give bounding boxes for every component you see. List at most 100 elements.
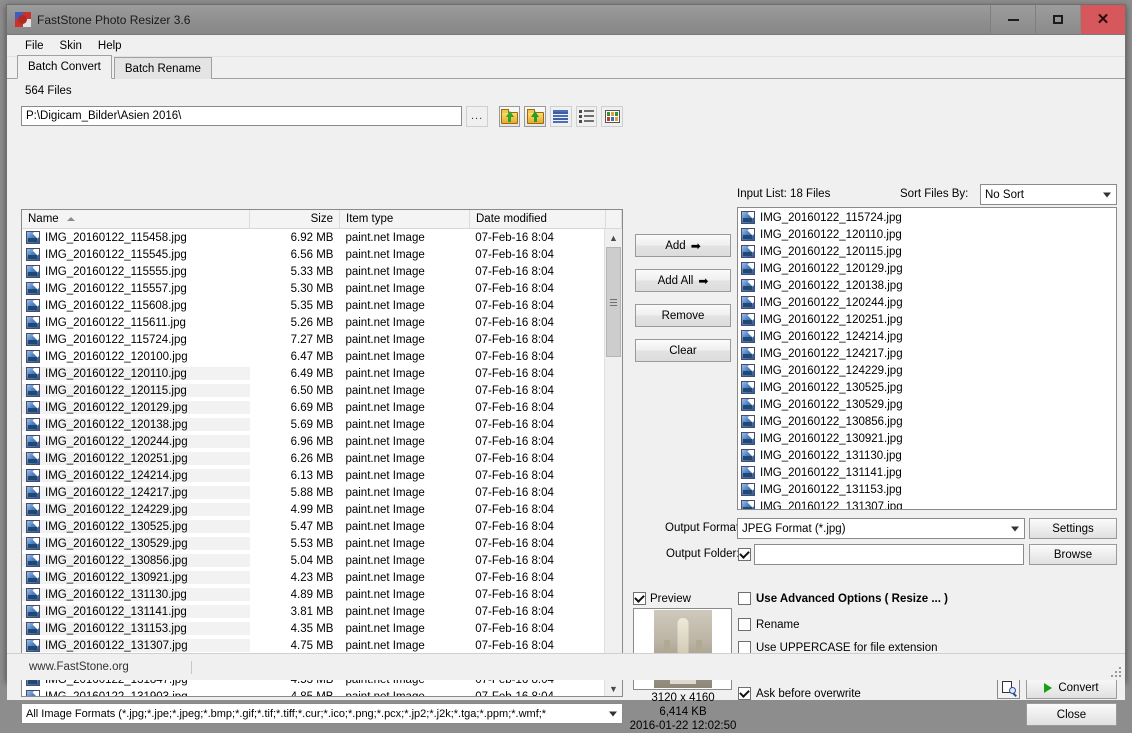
list-item[interactable]: IMG_20160122_130525.jpg [738, 379, 1116, 396]
tab-batch-convert[interactable]: Batch Convert [17, 55, 112, 79]
file-name-text: IMG_20160122_115608.jpg [45, 300, 187, 312]
table-row[interactable]: IMG_20160122_120100.jpg6.47 MBpaint.net … [22, 348, 605, 365]
file-size-cell: 6.69 MB [250, 402, 340, 414]
table-row[interactable]: IMG_20160122_115555.jpg5.33 MBpaint.net … [22, 263, 605, 280]
column-header-size[interactable]: Size [250, 210, 340, 228]
file-name-text: IMG_20160122_115545.jpg [45, 249, 187, 261]
preview-toggle[interactable]: Preview [633, 592, 691, 605]
menu-item-help[interactable]: Help [90, 38, 130, 54]
scrollbar-thumb[interactable] [606, 247, 621, 357]
folder-refresh-button[interactable] [524, 106, 546, 127]
list-item[interactable]: IMG_20160122_131141.jpg [738, 464, 1116, 481]
table-row[interactable]: IMG_20160122_124214.jpg6.13 MBpaint.net … [22, 467, 605, 484]
table-row[interactable]: IMG_20160122_124217.jpg5.88 MBpaint.net … [22, 484, 605, 501]
add-button[interactable]: Add ➡ [635, 234, 731, 257]
table-row[interactable]: IMG_20160122_130529.jpg5.53 MBpaint.net … [22, 535, 605, 552]
sort-files-by-select[interactable]: No Sort [980, 184, 1117, 205]
table-row[interactable]: IMG_20160122_120244.jpg6.96 MBpaint.net … [22, 433, 605, 450]
tab-batch-rename[interactable]: Batch Rename [114, 57, 212, 79]
file-size-cell: 6.49 MB [250, 368, 340, 380]
ask-before-overwrite-row[interactable]: Ask before overwrite [738, 687, 861, 700]
details-view-button[interactable] [576, 106, 598, 127]
table-row[interactable]: IMG_20160122_115458.jpg6.92 MBpaint.net … [22, 229, 605, 246]
settings-button[interactable]: Settings [1029, 518, 1117, 539]
list-item[interactable]: IMG_20160122_120244.jpg [738, 294, 1116, 311]
status-website-link[interactable]: www.FastStone.org [29, 661, 129, 673]
table-row[interactable]: IMG_20160122_131141.jpg3.81 MBpaint.net … [22, 603, 605, 620]
folder-path-input[interactable] [21, 106, 462, 126]
maximize-button[interactable] [1035, 5, 1080, 34]
application-window: FastStone Photo Resizer 3.6 ✕ File Skin … [6, 4, 1126, 681]
list-item[interactable]: IMG_20160122_124217.jpg [738, 345, 1116, 362]
table-row[interactable]: IMG_20160122_120115.jpg6.50 MBpaint.net … [22, 382, 605, 399]
close-dialog-button[interactable]: Close [1026, 703, 1117, 726]
file-type-filter-combo[interactable]: All Image Formats (*.jpg;*.jpe;*.jpeg;*.… [21, 703, 623, 724]
list-item[interactable]: IMG_20160122_120129.jpg [738, 260, 1116, 277]
list-item[interactable]: IMG_20160122_131153.jpg [738, 481, 1116, 498]
column-header-item-type[interactable]: Item type [340, 210, 470, 228]
minimize-button[interactable] [990, 5, 1035, 34]
ask-before-overwrite-checkbox[interactable] [738, 687, 751, 700]
scroll-up-icon[interactable]: ▲ [605, 229, 622, 246]
list-item[interactable]: IMG_20160122_120115.jpg [738, 243, 1116, 260]
table-row[interactable]: IMG_20160122_130921.jpg4.23 MBpaint.net … [22, 569, 605, 586]
list-item[interactable]: IMG_20160122_130921.jpg [738, 430, 1116, 447]
table-row[interactable]: IMG_20160122_131130.jpg4.89 MBpaint.net … [22, 586, 605, 603]
preview-checkbox[interactable] [633, 592, 646, 605]
uppercase-extension-label: Use UPPERCASE for file extension [756, 642, 938, 654]
table-row[interactable]: IMG_20160122_131903.jpg4.85 MBpaint.net … [22, 688, 605, 697]
table-row[interactable]: IMG_20160122_120110.jpg6.49 MBpaint.net … [22, 365, 605, 382]
rename-checkbox[interactable] [738, 618, 751, 631]
table-row[interactable]: IMG_20160122_131307.jpg4.75 MBpaint.net … [22, 637, 605, 654]
use-advanced-options-row[interactable]: Use Advanced Options ( Resize ... ) [738, 592, 948, 605]
column-header-date-modified[interactable]: Date modified [470, 210, 606, 228]
menu-item-skin[interactable]: Skin [52, 38, 90, 54]
file-name-cell: IMG_20160122_130856.jpg [22, 554, 250, 567]
list-item[interactable]: IMG_20160122_130856.jpg [738, 413, 1116, 430]
table-row[interactable]: IMG_20160122_120251.jpg6.26 MBpaint.net … [22, 450, 605, 467]
output-folder-input[interactable] [754, 544, 1024, 565]
clear-button[interactable]: Clear [635, 339, 731, 362]
table-row[interactable]: IMG_20160122_120129.jpg6.69 MBpaint.net … [22, 399, 605, 416]
table-row[interactable]: IMG_20160122_131153.jpg4.35 MBpaint.net … [22, 620, 605, 637]
resize-grip-icon[interactable] [1109, 665, 1121, 677]
browse-button[interactable]: Browse [1029, 544, 1117, 565]
browse-folder-button[interactable]: ... [466, 106, 488, 127]
image-thumbnail-icon [26, 469, 40, 482]
rename-row[interactable]: Rename [738, 618, 799, 631]
table-row[interactable]: IMG_20160122_115611.jpg5.26 MBpaint.net … [22, 314, 605, 331]
scroll-down-icon[interactable]: ▼ [605, 680, 622, 697]
list-item[interactable]: IMG_20160122_130529.jpg [738, 396, 1116, 413]
thumbnail-view-button[interactable] [601, 106, 623, 127]
list-item[interactable]: IMG_20160122_124214.jpg [738, 328, 1116, 345]
close-button[interactable]: ✕ [1080, 5, 1125, 34]
table-row[interactable]: IMG_20160122_130856.jpg5.04 MBpaint.net … [22, 552, 605, 569]
output-folder-checkbox[interactable] [738, 548, 751, 561]
table-row[interactable]: IMG_20160122_115545.jpg6.56 MBpaint.net … [22, 246, 605, 263]
table-row[interactable]: IMG_20160122_115608.jpg5.35 MBpaint.net … [22, 297, 605, 314]
input-file-list[interactable]: IMG_20160122_115724.jpgIMG_20160122_1201… [737, 207, 1117, 510]
list-item[interactable]: IMG_20160122_131307.jpg [738, 498, 1116, 510]
use-advanced-options-checkbox[interactable] [738, 592, 751, 605]
table-row[interactable]: IMG_20160122_115557.jpg5.30 MBpaint.net … [22, 280, 605, 297]
table-row[interactable]: IMG_20160122_115724.jpg7.27 MBpaint.net … [22, 331, 605, 348]
list-item[interactable]: IMG_20160122_120110.jpg [738, 226, 1116, 243]
list-item[interactable]: IMG_20160122_124229.jpg [738, 362, 1116, 379]
table-row[interactable]: IMG_20160122_124229.jpg4.99 MBpaint.net … [22, 501, 605, 518]
add-all-button[interactable]: Add All ➡ [635, 269, 731, 292]
list-item[interactable]: IMG_20160122_115724.jpg [738, 209, 1116, 226]
table-row[interactable]: IMG_20160122_120138.jpg5.69 MBpaint.net … [22, 416, 605, 433]
list-item[interactable]: IMG_20160122_131130.jpg [738, 447, 1116, 464]
list-view-button[interactable] [550, 106, 572, 127]
column-header-name[interactable]: Name [22, 210, 250, 228]
table-row[interactable]: IMG_20160122_130525.jpg5.47 MBpaint.net … [22, 518, 605, 535]
list-item[interactable]: IMG_20160122_120251.jpg [738, 311, 1116, 328]
output-format-select[interactable]: JPEG Format (*.jpg) [737, 518, 1025, 539]
image-thumbnail-icon [741, 296, 755, 309]
file-list-scrollbar[interactable]: ▲ ▼ [604, 229, 622, 697]
list-item[interactable]: IMG_20160122_120138.jpg [738, 277, 1116, 294]
menu-item-file[interactable]: File [17, 38, 52, 54]
folder-up-button[interactable] [499, 106, 521, 127]
remove-button[interactable]: Remove [635, 304, 731, 327]
source-file-list[interactable]: Name Size Item type Date modified IMG_20… [21, 209, 623, 697]
